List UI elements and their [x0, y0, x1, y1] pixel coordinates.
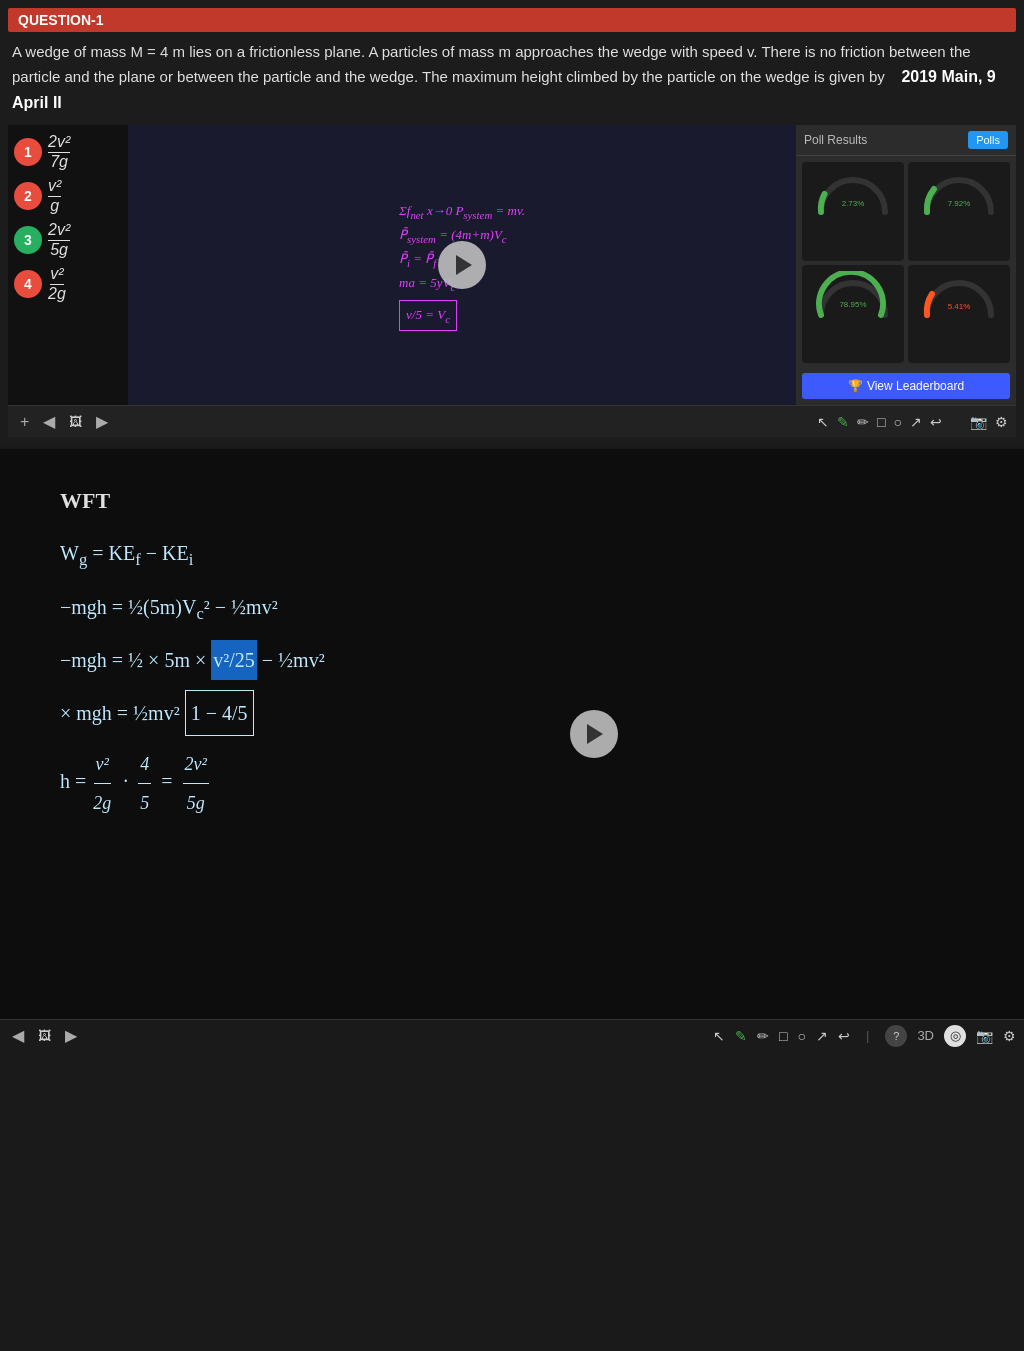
tb2-marker-icon[interactable]: ✎	[735, 1028, 747, 1044]
line-2: −mgh = ½(5m)Vc² − ½mv²	[60, 587, 325, 630]
tb2-pencil-icon[interactable]: ✏	[757, 1028, 769, 1044]
gauge-svg-3: 78.95%	[813, 271, 893, 321]
svg-text:2.73%: 2.73%	[842, 199, 865, 208]
polls-title: Poll Results	[804, 133, 867, 147]
answer-circle-4: 4	[14, 270, 42, 298]
play-button-top[interactable]	[438, 241, 486, 289]
pointer-icon[interactable]: ↗	[910, 414, 922, 430]
marker-icon[interactable]: ✎	[837, 414, 849, 430]
tb2-camera-icon[interactable]: 📷	[976, 1028, 993, 1044]
bottom-content: WFT Wg = KEf − KEi −mgh = ½(5m)Vc² − ½mv…	[60, 479, 325, 831]
fraction-h: v² 2g	[91, 746, 113, 821]
gauge-3: 78.95%	[802, 265, 904, 364]
answers-column: 1 2v² 7g 2 v² g 3 2v² 5g	[8, 125, 128, 405]
gauge-2: 7.92%	[908, 162, 1010, 261]
wft-title: WFT	[60, 479, 325, 523]
eraser-icon[interactable]: □	[877, 414, 885, 430]
answer-formula-3: 2v² 5g	[48, 221, 70, 259]
tb2-circle-btn[interactable]: ◎	[944, 1025, 966, 1047]
line-1: Wg = KEf − KEi	[60, 533, 325, 576]
svg-text:78.95%: 78.95%	[839, 300, 866, 309]
next-button[interactable]: ▶	[92, 410, 112, 433]
blackboard-area: Σfnet x→0 Psystem = mv. P̄system = (4m+m…	[128, 125, 796, 405]
main-content: 1 2v² 7g 2 v² g 3 2v² 5g	[8, 125, 1016, 405]
play-button-bottom[interactable]	[570, 710, 618, 758]
answer-formula-4: v² 2g	[48, 265, 66, 303]
prev-button[interactable]: ◀	[39, 410, 59, 433]
answer-formula-2: v² g	[48, 177, 61, 215]
leaderboard-icon: 🏆	[848, 379, 863, 393]
line-3: −mgh = ½ × 5m × v²/25 − ½mv²	[60, 640, 325, 680]
bottom-panel: WFT Wg = KEf − KEi −mgh = ½(5m)Vc² − ½mv…	[0, 449, 1024, 1051]
tb2-number: 3D	[917, 1028, 934, 1043]
pencil-icon[interactable]: ✏	[857, 414, 869, 430]
tb2-slide-icon: 🖼	[34, 1026, 55, 1045]
svg-text:5.41%: 5.41%	[948, 302, 971, 311]
undo-icon[interactable]: ↩	[930, 414, 942, 430]
tb2-cursor-icon[interactable]: ↖	[713, 1028, 725, 1044]
answer-circle-3: 3	[14, 226, 42, 254]
bottom-toolbar: ◀ 🖼 ▶ ↖ ✎ ✏ □ ○ ↗ ↩ | ? 3D ◎ 📷 ⚙	[0, 1019, 1024, 1051]
line-4: × mgh = ½mv² 1 − 4/5	[60, 690, 325, 736]
gauge-svg-2: 7.92%	[919, 168, 999, 218]
add-button[interactable]: +	[16, 411, 33, 433]
settings-icon[interactable]: ⚙	[995, 414, 1008, 430]
slide-icon: 🖼	[65, 412, 86, 431]
polls-button[interactable]: Polls	[968, 131, 1008, 149]
top-toolbar: + ◀ 🖼 ▶ ↖ ✎ ✏ □ ○ ↗ ↩ 📷 ⚙	[8, 405, 1016, 437]
play-icon-bottom	[587, 724, 603, 744]
question-header: QUESTION-1	[8, 8, 1016, 32]
polls-panel: Poll Results Polls 2.73%	[796, 125, 1016, 405]
tb2-circle-icon[interactable]: ○	[798, 1028, 806, 1044]
fraction-45: 4 5	[138, 746, 151, 821]
answer-3[interactable]: 3 2v² 5g	[14, 221, 122, 259]
gauge-grid: 2.73% 7.92% 78.95%	[796, 156, 1016, 369]
answer-2[interactable]: 2 v² g	[14, 177, 122, 215]
tb2-settings-icon[interactable]: ⚙	[1003, 1028, 1016, 1044]
tb2-help-icon[interactable]: ?	[885, 1025, 907, 1047]
answer-circle-1: 1	[14, 138, 42, 166]
tb2-undo-icon[interactable]: ↩	[838, 1028, 850, 1044]
toolbar-right-icons: ↖ ✎ ✏ □ ○ ↗ ↩ 📷 ⚙	[817, 414, 1008, 430]
gauge-1: 2.73%	[802, 162, 904, 261]
gauge-svg-1: 2.73%	[813, 168, 893, 218]
line-5: h = v² 2g · 4 5 = 2v² 5g	[60, 746, 325, 821]
bottom-blackboard: WFT Wg = KEf − KEi −mgh = ½(5m)Vc² − ½mv…	[0, 449, 1024, 1019]
svg-text:7.92%: 7.92%	[948, 199, 971, 208]
question-text: A wedge of mass M = 4 m lies on a fricti…	[8, 40, 1016, 115]
tb2-prev[interactable]: ◀	[8, 1024, 28, 1047]
answer-1[interactable]: 1 2v² 7g	[14, 133, 122, 171]
play-icon	[456, 255, 472, 275]
fraction-result: 2v² 5g	[183, 746, 209, 821]
gauge-4: 5.41%	[908, 265, 1010, 364]
top-panel: QUESTION-1 A wedge of mass M = 4 m lies …	[0, 0, 1024, 445]
tb2-square-icon[interactable]: □	[779, 1028, 787, 1044]
gauge-svg-4: 5.41%	[919, 271, 999, 321]
camera-icon[interactable]: 📷	[970, 414, 987, 430]
answer-circle-2: 2	[14, 182, 42, 210]
circle-icon[interactable]: ○	[894, 414, 902, 430]
answer-4[interactable]: 4 v² 2g	[14, 265, 122, 303]
polls-header: Poll Results Polls	[796, 125, 1016, 156]
tb2-pointer-icon[interactable]: ↗	[816, 1028, 828, 1044]
leaderboard-button[interactable]: 🏆 View Leaderboard	[802, 373, 1010, 399]
answer-formula-1: 2v² 7g	[48, 133, 70, 171]
tb2-next[interactable]: ▶	[61, 1024, 81, 1047]
toolbar2-right: ↖ ✎ ✏ □ ○ ↗ ↩ | ? 3D ◎ 📷 ⚙	[713, 1025, 1016, 1047]
cursor-icon[interactable]: ↖	[817, 414, 829, 430]
